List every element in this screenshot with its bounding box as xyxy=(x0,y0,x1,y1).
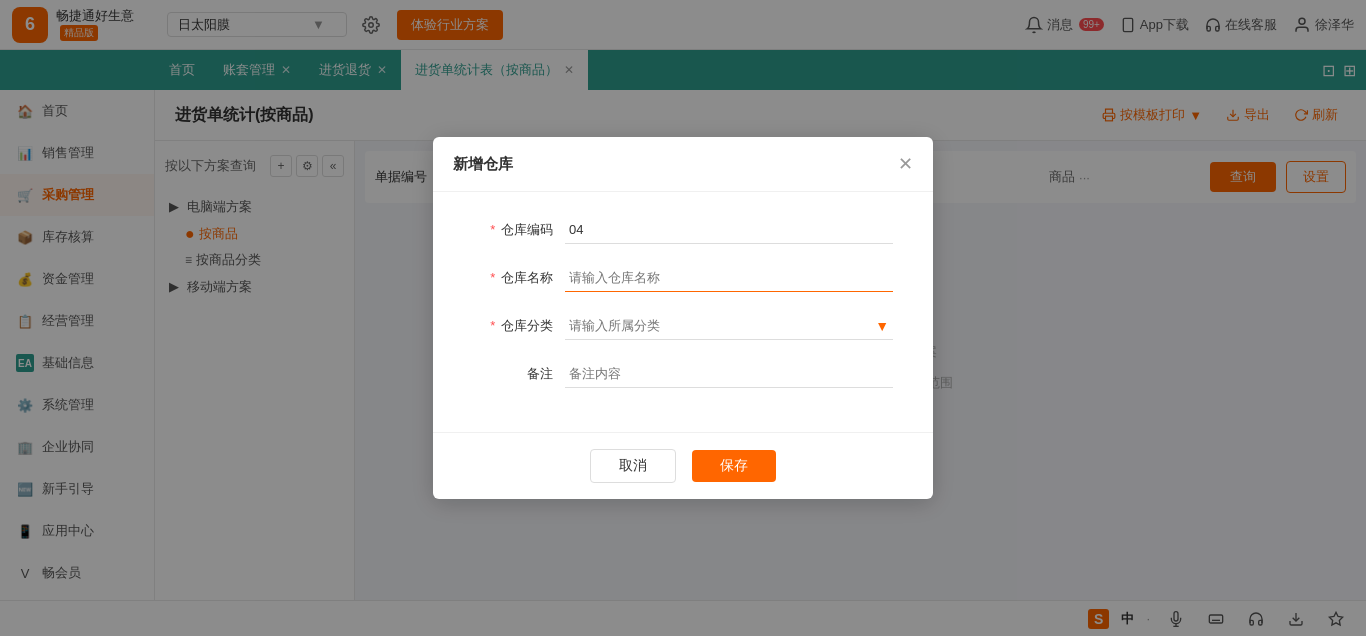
note-input[interactable] xyxy=(565,360,893,388)
modal-title: 新增仓库 xyxy=(453,155,513,174)
warehouse-code-input[interactable] xyxy=(565,216,893,244)
save-btn[interactable]: 保存 xyxy=(692,450,776,482)
form-row-category: * 仓库分类 ▼ xyxy=(473,312,893,340)
add-warehouse-modal: 新增仓库 ✕ * 仓库编码 * 仓库名称 xyxy=(433,137,933,499)
cancel-btn[interactable]: 取消 xyxy=(590,449,676,483)
modal-overlay[interactable]: 新增仓库 ✕ * 仓库编码 * 仓库名称 xyxy=(0,0,1366,636)
form-row-code: * 仓库编码 xyxy=(473,216,893,244)
category-label: * 仓库分类 xyxy=(473,317,553,335)
category-dropdown-icon[interactable]: ▼ xyxy=(875,318,889,334)
modal-footer: 取消 保存 xyxy=(433,432,933,499)
category-input[interactable] xyxy=(565,312,893,340)
code-label: * 仓库编码 xyxy=(473,221,553,239)
modal-close-btn[interactable]: ✕ xyxy=(898,153,913,175)
name-label: * 仓库名称 xyxy=(473,269,553,287)
form-row-name: * 仓库名称 xyxy=(473,264,893,292)
warehouse-name-input[interactable] xyxy=(565,264,893,292)
modal-body: * 仓库编码 * 仓库名称 * 仓库分类 xyxy=(433,192,933,432)
category-select-wrap: ▼ xyxy=(565,312,893,340)
note-label: 备注 xyxy=(473,365,553,383)
modal-header: 新增仓库 ✕ xyxy=(433,137,933,192)
form-row-note: 备注 xyxy=(473,360,893,388)
